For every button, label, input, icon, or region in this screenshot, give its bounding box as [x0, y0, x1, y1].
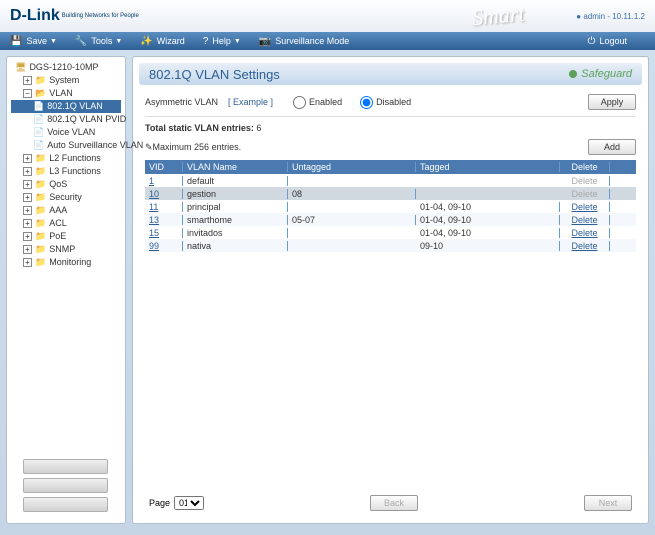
table-row: 11 principal 01-04, 09-10Delete — [145, 200, 636, 213]
vid-link[interactable]: 15 — [149, 228, 159, 238]
wizard-icon: ✨ — [140, 36, 152, 47]
help-icon: ? — [203, 36, 209, 47]
table-row: 99 nativa 09-10Delete — [145, 239, 636, 252]
col-vid: VID — [145, 162, 183, 172]
page-label: Page — [149, 498, 170, 508]
delete-link[interactable]: Delete — [560, 228, 610, 238]
save-icon: 💾 — [10, 36, 22, 47]
tree-8021q-pvid[interactable]: 📄802.1Q VLAN PVID — [11, 113, 121, 126]
cell-tagged: 01-04, 09-10 — [416, 215, 560, 225]
delete-link[interactable]: Delete — [560, 215, 610, 225]
tree-aaa[interactable]: +📁AAA — [11, 204, 121, 217]
tree-8021q-vlan[interactable]: 📄802.1Q VLAN — [11, 100, 121, 113]
help-menu[interactable]: ?Help▼ — [203, 36, 241, 47]
tree-vlan[interactable]: −📂VLAN — [11, 87, 121, 100]
cell-name: default — [183, 176, 288, 186]
asym-vlan-row: Asymmetric VLAN [ Example ] Enabled Disa… — [139, 91, 642, 113]
page-select[interactable]: 01 — [174, 496, 204, 510]
wizard-button[interactable]: ✨Wizard — [140, 36, 184, 47]
table-row: 15 invitados 01-04, 09-10Delete — [145, 226, 636, 239]
table-row: 1 default Delete — [145, 174, 636, 187]
cell-name: smarthome — [183, 215, 288, 225]
tree-qos[interactable]: +📁QoS — [11, 178, 121, 191]
panel-header: 802.1Q VLAN Settings Safeguard — [139, 63, 642, 85]
enabled-radio[interactable]: Enabled — [293, 96, 342, 109]
delete-link: Delete — [560, 189, 610, 199]
cell-untagged: 08 — [288, 189, 416, 199]
camera-icon: 📷 — [259, 36, 271, 47]
admin-prefix: admin - — [583, 12, 612, 21]
cell-untagged: 05-07 — [288, 215, 416, 225]
tree-acl[interactable]: +📁ACL — [11, 217, 121, 230]
col-name: VLAN Name — [183, 162, 288, 172]
logout-button[interactable]: ⏻Logout — [588, 36, 627, 47]
vid-link[interactable]: 11 — [149, 202, 158, 212]
tree-security[interactable]: +📁Security — [11, 191, 121, 204]
tree-root[interactable]: 🖥DGS-1210-10MP — [11, 61, 121, 74]
vid-link[interactable]: 10 — [149, 189, 159, 199]
cell-name: principal — [183, 202, 288, 212]
logout-icon: ⏻ — [588, 36, 596, 47]
next-button[interactable]: Next — [584, 495, 632, 511]
col-untagged: Untagged — [288, 162, 416, 172]
cell-name: nativa — [183, 241, 288, 251]
tree-l2[interactable]: +📁L2 Functions — [11, 152, 121, 165]
safeguard-dot-icon — [569, 70, 577, 78]
smart-label: Smart — [471, 1, 526, 31]
vid-link[interactable]: 13 — [149, 215, 159, 225]
example-link[interactable]: [ Example ] — [228, 97, 273, 107]
panel-title: 802.1Q VLAN Settings — [149, 67, 280, 82]
pager: Page 01 Back Next — [139, 489, 642, 517]
table-row: 13 smarthome05-0701-04, 09-10Delete — [145, 213, 636, 226]
tree-system[interactable]: +📁System — [11, 74, 121, 87]
pencil-icon: ✎ — [145, 142, 153, 153]
col-tagged: Tagged — [416, 162, 560, 172]
app-header: D-Link Building Networks for People Smar… — [0, 0, 655, 32]
admin-ip: 10.11.1.2 — [612, 12, 645, 21]
safeguard-label: Safeguard — [569, 68, 632, 80]
cell-name: invitados — [183, 228, 288, 238]
content: 🖥DGS-1210-10MP +📁System −📂VLAN 📄802.1Q V… — [0, 50, 655, 530]
tools-icon: 🔧 — [75, 36, 87, 47]
cell-tagged: 01-04, 09-10 — [416, 228, 560, 238]
save-menu[interactable]: 💾Save▼ — [10, 36, 57, 47]
vlan-table: VID VLAN Name Untagged Tagged Delete 1 de… — [145, 160, 636, 252]
delete-link[interactable]: Delete — [560, 241, 610, 251]
toolbar: 💾Save▼ 🔧Tools▼ ✨Wizard ?Help▼ 📷Surveilla… — [0, 32, 655, 50]
brand-tagline: Building Networks for People — [62, 13, 139, 19]
tools-menu[interactable]: 🔧Tools▼ — [75, 36, 122, 47]
tree-voice-vlan[interactable]: 📄Voice VLAN — [11, 126, 121, 139]
cell-name: gestion — [183, 189, 288, 199]
apply-button[interactable]: Apply — [588, 94, 636, 110]
disabled-radio[interactable]: Disabled — [360, 96, 411, 109]
tree-snmp[interactable]: +📁SNMP — [11, 243, 121, 256]
total-entries: Total static VLAN entries: 6 — [139, 120, 642, 136]
tree-monitoring[interactable]: +📁Monitoring — [11, 256, 121, 269]
max-row: ✎ Maximum 256 entries. Add — [139, 136, 642, 158]
brand-logo: D-Link — [10, 7, 60, 25]
cell-tagged: 09-10 — [416, 241, 560, 251]
sidebar: 🖥DGS-1210-10MP +📁System −📂VLAN 📄802.1Q V… — [6, 56, 126, 524]
main-panel: 802.1Q VLAN Settings Safeguard Asymmetri… — [132, 56, 649, 524]
vid-link[interactable]: 99 — [149, 241, 159, 251]
tree-l3[interactable]: +📁L3 Functions — [11, 165, 121, 178]
delete-link: Delete — [560, 176, 610, 186]
vid-link[interactable]: 1 — [149, 176, 154, 186]
col-delete: Delete — [560, 162, 610, 172]
device-image — [15, 455, 115, 515]
asym-label: Asymmetric VLAN — [145, 97, 218, 107]
tree-poe[interactable]: +📁PoE — [11, 230, 121, 243]
table-header: VID VLAN Name Untagged Tagged Delete — [145, 160, 636, 174]
surveillance-button[interactable]: 📷Surveillance Mode — [259, 36, 350, 47]
tree-auto-surv[interactable]: 📄Auto Surveillance VLAN — [11, 139, 121, 152]
table-row: 10 gestion08 Delete — [145, 187, 636, 200]
max-label: Maximum 256 entries. — [153, 142, 242, 152]
back-button[interactable]: Back — [370, 495, 418, 511]
add-button[interactable]: Add — [588, 139, 636, 155]
admin-info: ● admin - 10.11.1.2 — [576, 12, 645, 21]
delete-link[interactable]: Delete — [560, 202, 610, 212]
cell-tagged: 01-04, 09-10 — [416, 202, 560, 212]
brand-name: D-Link — [10, 7, 60, 25]
